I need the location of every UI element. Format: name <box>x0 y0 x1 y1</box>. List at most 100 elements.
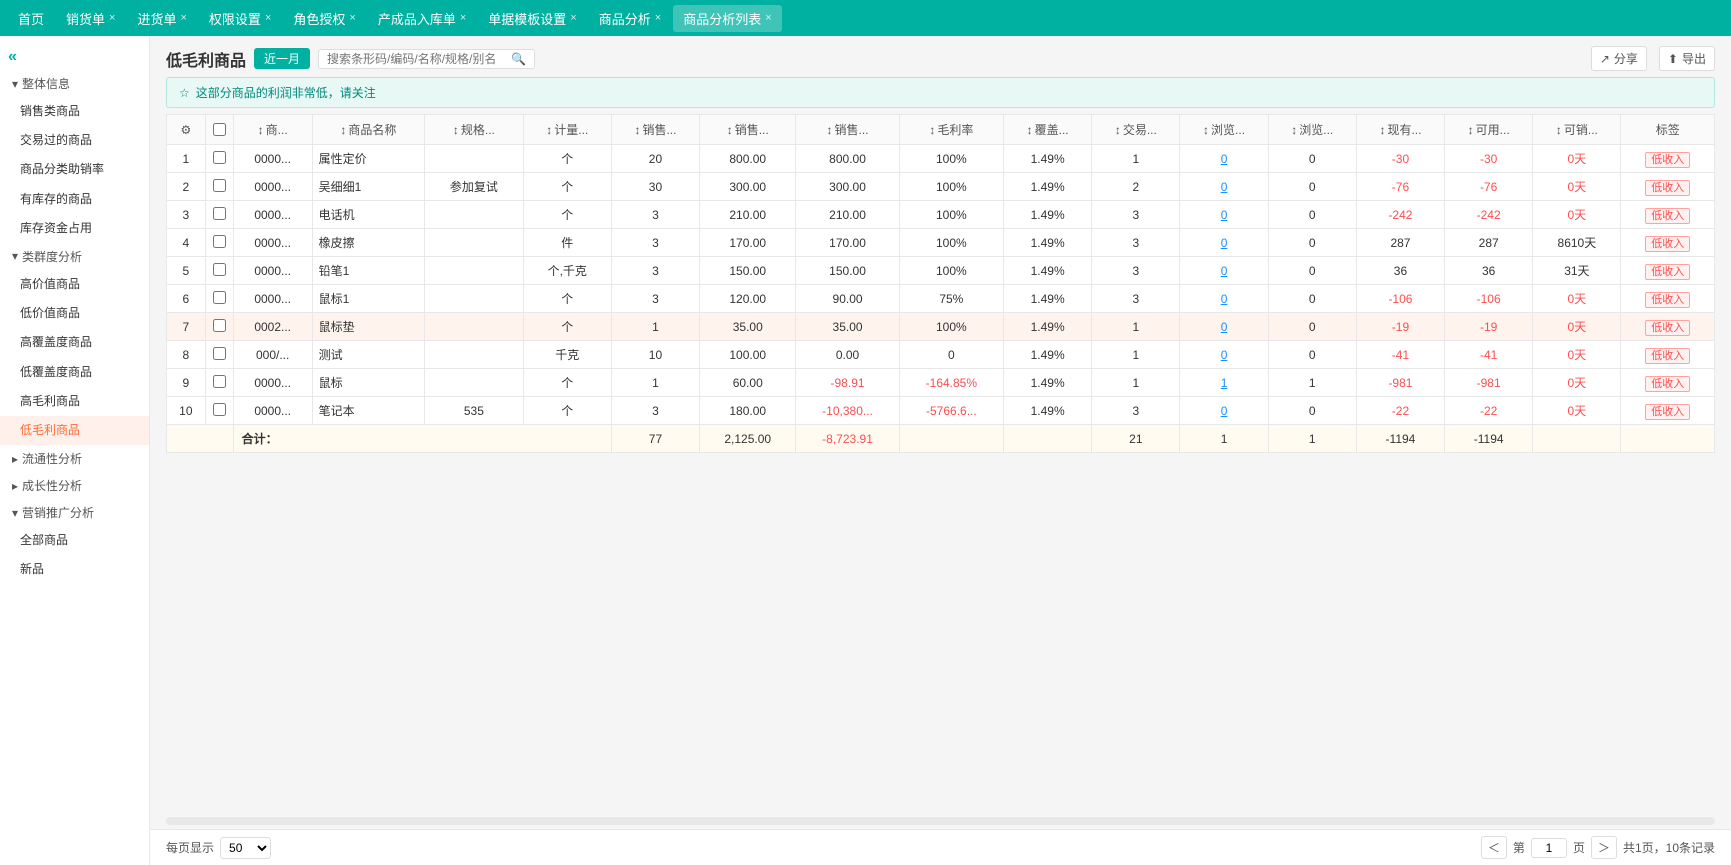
page-size-select[interactable]: 50 100 200 <box>220 837 271 859</box>
sidebar-item-low-coverage[interactable]: 低覆盖度商品 <box>0 358 149 387</box>
nav-role-auth[interactable]: 角色授权 × <box>283 5 365 32</box>
th-transaction[interactable]: ↕交易... <box>1092 115 1180 145</box>
sidebar-item-high-value[interactable]: 高价值商品 <box>0 270 149 299</box>
browse1-link[interactable]: 0 <box>1221 152 1228 166</box>
row-checkbox[interactable] <box>213 235 226 248</box>
cell-browse1[interactable]: 0 <box>1180 229 1268 257</box>
horizontal-scrollbar[interactable] <box>166 817 1715 825</box>
close-product-entry-icon[interactable]: × <box>460 12 466 24</box>
sidebar-item-stock-capital[interactable]: 库存资金占用 <box>0 214 149 243</box>
th-tag[interactable]: 标签 <box>1621 115 1715 145</box>
browse1-link[interactable]: 0 <box>1221 292 1228 306</box>
browse1-link[interactable]: 0 <box>1221 320 1228 334</box>
sidebar-group-overall[interactable]: ▾ 整体信息 <box>0 70 149 97</box>
next-page-btn[interactable]: ＞ <box>1591 836 1617 859</box>
cell-checkbox[interactable] <box>205 145 233 173</box>
browse1-link[interactable]: 0 <box>1221 180 1228 194</box>
th-sales-price[interactable]: ↕销售... <box>700 115 796 145</box>
cell-checkbox[interactable] <box>205 229 233 257</box>
row-checkbox[interactable] <box>213 319 226 332</box>
page-number-input[interactable] <box>1531 838 1567 858</box>
nav-product-entry[interactable]: 产成品入库单 × <box>368 5 476 32</box>
nav-goods-analysis[interactable]: 商品分析 × <box>589 5 671 32</box>
th-name[interactable]: ↕商品名称 <box>312 115 424 145</box>
cell-checkbox[interactable] <box>205 173 233 201</box>
cell-browse1[interactable]: 0 <box>1180 201 1268 229</box>
cell-checkbox[interactable] <box>205 341 233 369</box>
th-gross-margin[interactable]: ↕毛利率 <box>899 115 1003 145</box>
sidebar-group-cluster[interactable]: ▾ 类群度分析 <box>0 243 149 270</box>
close-goods-analysis-icon[interactable]: × <box>655 12 661 24</box>
sidebar-item-category-rate[interactable]: 商品分类助销率 <box>0 155 149 184</box>
cell-browse1[interactable]: 1 <box>1180 369 1268 397</box>
cell-checkbox[interactable] <box>205 397 233 425</box>
th-browse2[interactable]: ↕浏览... <box>1268 115 1356 145</box>
close-goods-analysis-list-icon[interactable]: × <box>765 12 771 24</box>
sidebar-item-all-goods[interactable]: 全部商品 <box>0 526 149 555</box>
nav-purchase-order[interactable]: 进货单 × <box>127 5 196 32</box>
th-saleable[interactable]: ↕可销... <box>1533 115 1621 145</box>
filter-recent-month-btn[interactable]: 近一月 <box>254 48 310 69</box>
nav-permissions[interactable]: 权限设置 × <box>199 5 281 32</box>
sidebar-item-stocked-goods[interactable]: 有库存的商品 <box>0 185 149 214</box>
row-checkbox[interactable] <box>213 151 226 164</box>
share-btn[interactable]: ↗ 分享 <box>1591 46 1647 71</box>
th-checkbox[interactable] <box>205 115 233 145</box>
browse1-link[interactable]: 0 <box>1221 264 1228 278</box>
browse1-link[interactable]: 0 <box>1221 236 1228 250</box>
th-settings[interactable]: ⚙ <box>167 115 206 145</box>
sidebar-item-high-coverage[interactable]: 高覆盖度商品 <box>0 328 149 357</box>
search-icon[interactable]: 🔍 <box>511 52 526 66</box>
search-input[interactable] <box>327 52 507 66</box>
close-sales-order-icon[interactable]: × <box>109 12 115 24</box>
row-checkbox[interactable] <box>213 179 226 192</box>
nav-goods-analysis-list[interactable]: 商品分析列表 × <box>673 5 781 32</box>
export-btn[interactable]: ⬆ 导出 <box>1659 46 1715 71</box>
nav-sales-order[interactable]: 销货单 × <box>56 5 125 32</box>
cell-checkbox[interactable] <box>205 201 233 229</box>
browse1-link[interactable]: 1 <box>1221 376 1228 390</box>
browse1-link[interactable]: 0 <box>1221 208 1228 222</box>
row-checkbox[interactable] <box>213 347 226 360</box>
sidebar-group-marketing[interactable]: ▾ 营销推广分析 <box>0 499 149 526</box>
close-template-settings-icon[interactable]: × <box>570 12 576 24</box>
th-unit[interactable]: ↕计量... <box>523 115 611 145</box>
row-checkbox[interactable] <box>213 291 226 304</box>
th-code[interactable]: ↕商... <box>233 115 312 145</box>
cell-browse1[interactable]: 0 <box>1180 257 1268 285</box>
sidebar-collapse-btn[interactable]: « <box>8 48 17 66</box>
th-current-stock[interactable]: ↕现有... <box>1356 115 1444 145</box>
row-checkbox[interactable] <box>213 263 226 276</box>
cell-checkbox[interactable] <box>205 369 233 397</box>
browse1-link[interactable]: 0 <box>1221 348 1228 362</box>
sidebar-item-high-margin[interactable]: 高毛利商品 <box>0 387 149 416</box>
sidebar-group-circulation[interactable]: ▸ 流通性分析 <box>0 445 149 472</box>
cell-browse1[interactable]: 0 <box>1180 341 1268 369</box>
cell-browse1[interactable]: 0 <box>1180 397 1268 425</box>
nav-home[interactable]: 首页 <box>8 5 54 32</box>
cell-checkbox[interactable] <box>205 313 233 341</box>
sidebar-item-new-goods[interactable]: 新品 <box>0 555 149 584</box>
sidebar-item-low-value[interactable]: 低价值商品 <box>0 299 149 328</box>
row-checkbox[interactable] <box>213 375 226 388</box>
row-checkbox[interactable] <box>213 207 226 220</box>
close-role-auth-icon[interactable]: × <box>349 12 355 24</box>
th-coverage[interactable]: ↕覆盖... <box>1004 115 1092 145</box>
cell-browse1[interactable]: 0 <box>1180 145 1268 173</box>
cell-browse1[interactable]: 0 <box>1180 313 1268 341</box>
nav-template-settings[interactable]: 单据模板设置 × <box>478 5 586 32</box>
th-sales-qty[interactable]: ↕销售... <box>611 115 699 145</box>
cell-checkbox[interactable] <box>205 257 233 285</box>
sidebar-item-traded-goods[interactable]: 交易过的商品 <box>0 126 149 155</box>
browse1-link[interactable]: 0 <box>1221 404 1228 418</box>
close-purchase-order-icon[interactable]: × <box>180 12 186 24</box>
sidebar-item-low-margin[interactable]: 低毛利商品 <box>0 416 149 445</box>
cell-browse1[interactable]: 0 <box>1180 285 1268 313</box>
cell-browse1[interactable]: 0 <box>1180 173 1268 201</box>
cell-checkbox[interactable] <box>205 285 233 313</box>
row-checkbox[interactable] <box>213 403 226 416</box>
select-all-checkbox[interactable] <box>213 123 226 136</box>
th-browse1[interactable]: ↕浏览... <box>1180 115 1268 145</box>
sidebar-item-sales-goods[interactable]: 销售类商品 <box>0 97 149 126</box>
prev-page-btn[interactable]: ＜ <box>1481 836 1507 859</box>
